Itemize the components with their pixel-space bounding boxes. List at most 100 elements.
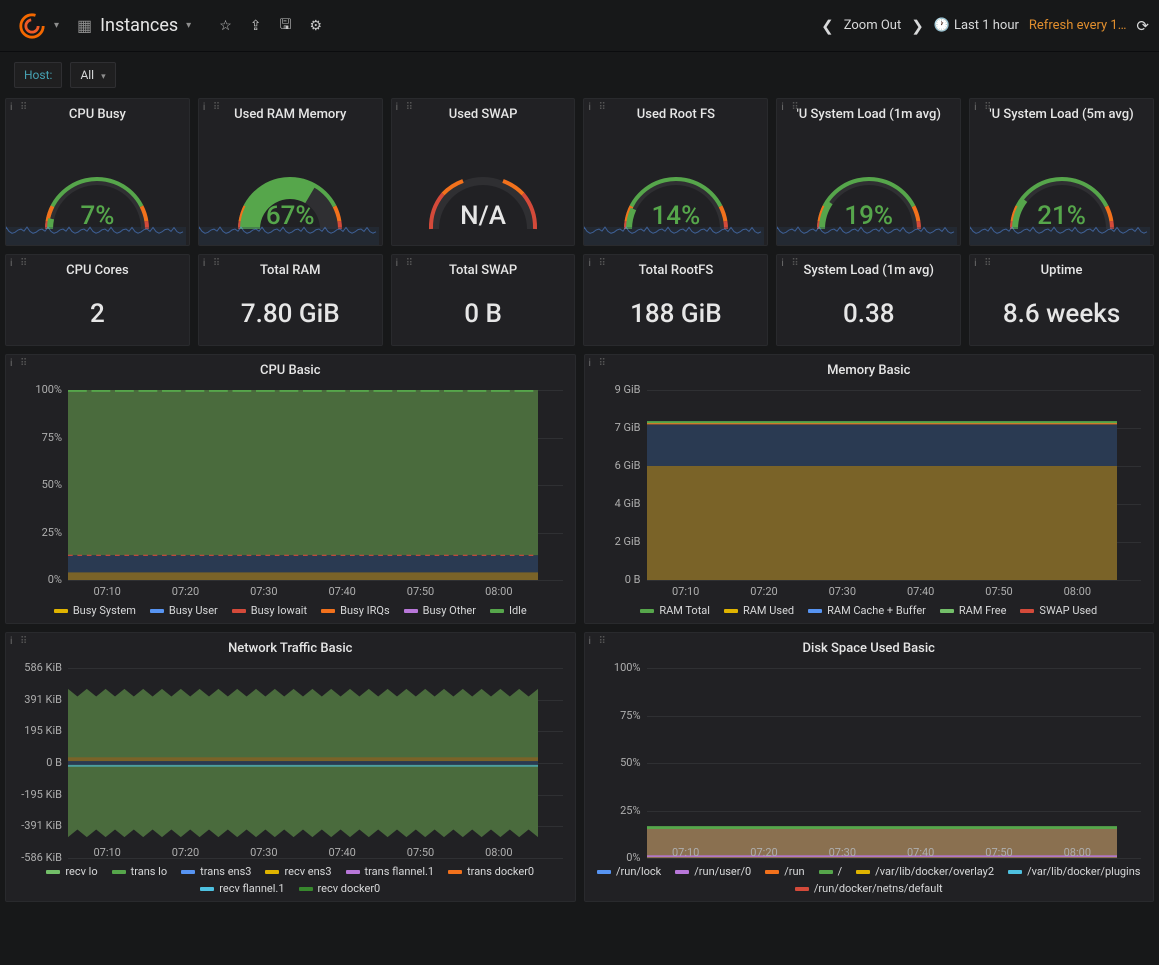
drag-handle-icon[interactable]: ⠿ (406, 102, 411, 113)
star-icon[interactable]: ☆ (219, 18, 232, 34)
drag-handle-icon[interactable]: ⠿ (984, 102, 989, 113)
info-icon[interactable]: i (589, 358, 591, 369)
legend-item[interactable]: trans flannel.1 (346, 865, 435, 878)
drag-handle-icon[interactable]: ⠿ (791, 102, 796, 113)
drag-handle-icon[interactable]: ⠿ (213, 102, 218, 113)
info-icon[interactable]: i (974, 102, 976, 113)
legend-item[interactable]: /var/lib/docker/overlay2 (856, 865, 994, 878)
panel-title: CPU Basic (6, 355, 575, 382)
legend-item[interactable]: recv lo (46, 865, 97, 878)
drag-handle-icon[interactable]: ⠿ (406, 258, 411, 269)
legend-item[interactable]: RAM Cache + Buffer (808, 604, 926, 617)
legend-item[interactable]: recv flannel.1 (200, 882, 284, 895)
legend-item[interactable]: recv ens3 (265, 865, 331, 878)
panel-title: Total RootFS (584, 255, 767, 282)
stat-value: 8.6 weeks (970, 282, 1153, 345)
info-icon[interactable]: i (10, 636, 12, 647)
drag-handle-icon[interactable]: ⠿ (20, 102, 25, 113)
legend-item[interactable]: /run/docker/netns/default (795, 882, 943, 895)
info-icon[interactable]: i (10, 102, 12, 113)
gauge-panel-5[interactable]: i ⠿ 'U System Load (5m avg) 21% (969, 98, 1154, 246)
panel-disk-basic[interactable]: i ⠿ Disk Space Used Basic 100%75%50%25%0… (584, 632, 1155, 902)
legend-item[interactable]: RAM Total (640, 604, 710, 617)
gauge-panel-2[interactable]: i ⠿ Used SWAP N/A (391, 98, 576, 246)
info-icon[interactable]: i (396, 102, 398, 113)
chevron-down-icon: ▾ (101, 72, 106, 82)
legend-item[interactable]: /run/user/0 (675, 865, 751, 878)
zoom-out-button[interactable]: Zoom Out (844, 18, 901, 33)
info-icon[interactable]: i (203, 102, 205, 113)
refresh-interval[interactable]: Refresh every 1… (1029, 18, 1127, 33)
gauge-panel-4[interactable]: i ⠿ 'U System Load (1m avg) 19% (776, 98, 961, 246)
info-icon[interactable]: i (203, 258, 205, 269)
dashboard-picker[interactable]: ▦ Instances ▾ (69, 15, 199, 36)
drag-handle-icon[interactable]: ⠿ (20, 358, 25, 369)
drag-handle-icon[interactable]: ⠿ (599, 358, 604, 369)
legend-item[interactable]: SWAP Used (1020, 604, 1097, 617)
drag-handle-icon[interactable]: ⠿ (20, 636, 25, 647)
chart-plot[interactable]: 9 GiB7 GiB6 GiB4 GiB2 GiB0 B 07:1007:200… (585, 382, 1154, 600)
gauge-panel-1[interactable]: i ⠿ Used RAM Memory 67% (198, 98, 383, 246)
chart-plot[interactable]: 586 KiB391 KiB195 KiB0 B-195 KiB-391 KiB… (6, 660, 575, 861)
info-icon[interactable]: i (396, 258, 398, 269)
info-icon[interactable]: i (589, 636, 591, 647)
legend-item[interactable]: recv docker0 (299, 882, 381, 895)
share-icon[interactable]: ⇪ (250, 18, 262, 34)
drag-handle-icon[interactable]: ⠿ (984, 258, 989, 269)
info-icon[interactable]: i (588, 102, 590, 113)
legend-item[interactable]: Busy Iowait (232, 604, 307, 617)
save-icon[interactable]: 🖫 (280, 14, 292, 38)
info-icon[interactable]: i (10, 358, 12, 369)
drag-handle-icon[interactable]: ⠿ (791, 258, 796, 269)
time-forward-icon[interactable]: ❯ (911, 17, 924, 35)
grafana-logo[interactable] (16, 10, 48, 42)
legend-item[interactable]: / (819, 865, 843, 878)
host-variable-label: Host: (14, 62, 62, 88)
drag-handle-icon[interactable]: ⠿ (598, 102, 603, 113)
logo-caret-icon[interactable]: ▾ (54, 20, 59, 31)
stat-panel-5[interactable]: i ⠿ Uptime 8.6 weeks (969, 254, 1154, 346)
info-icon[interactable]: i (10, 258, 12, 269)
gauge-value: 19% (844, 201, 893, 231)
legend-item[interactable]: /run (765, 865, 804, 878)
gauge-panel-0[interactable]: i ⠿ CPU Busy 7% (5, 98, 190, 246)
drag-handle-icon[interactable]: ⠿ (599, 636, 604, 647)
info-icon[interactable]: i (974, 258, 976, 269)
legend-item[interactable]: Busy IRQs (321, 604, 390, 617)
stat-panel-3[interactable]: i ⠿ Total RootFS 188 GiB (583, 254, 768, 346)
legend-item[interactable]: Idle (490, 604, 527, 617)
legend-item[interactable]: /run/lock (597, 865, 661, 878)
time-range-picker[interactable]: 🕐 Last 1 hour (934, 18, 1019, 33)
legend-item[interactable]: trans ens3 (181, 865, 251, 878)
legend-item[interactable]: Busy Other (404, 604, 476, 617)
stat-panel-4[interactable]: i ⠿ System Load (1m avg) 0.38 (776, 254, 961, 346)
info-icon[interactable]: i (781, 258, 783, 269)
chart-plot[interactable]: 100%75%50%25%0% 07:1007:2007:3007:4007:5… (6, 382, 575, 600)
legend-item[interactable]: RAM Free (940, 604, 1007, 617)
chart-plot[interactable]: 100%75%50%25%0% 07:1007:2007:3007:4007:5… (585, 660, 1154, 861)
info-icon[interactable]: i (781, 102, 783, 113)
drag-handle-icon[interactable]: ⠿ (20, 258, 25, 269)
gauge-panel-3[interactable]: i ⠿ Used Root FS 14% (583, 98, 768, 246)
drag-handle-icon[interactable]: ⠿ (213, 258, 218, 269)
panel-cpu-basic[interactable]: i ⠿ CPU Basic 100%75%50%25%0% 07:1007:20… (5, 354, 576, 624)
gear-icon[interactable]: ⚙ (309, 18, 322, 34)
legend-item[interactable]: Busy User (150, 604, 218, 617)
info-icon[interactable]: i (588, 258, 590, 269)
legend-item[interactable]: RAM Used (724, 604, 794, 617)
legend-item[interactable]: /var/lib/docker/plugins (1008, 865, 1140, 878)
host-variable-value[interactable]: All ▾ (70, 62, 115, 88)
legend-item[interactable]: trans lo (112, 865, 168, 878)
time-back-icon[interactable]: ❮ (821, 17, 834, 35)
drag-handle-icon[interactable]: ⠿ (598, 258, 603, 269)
refresh-icon[interactable]: ⟳ (1136, 17, 1149, 35)
stat-panel-2[interactable]: i ⠿ Total SWAP 0 B (391, 254, 576, 346)
stat-panel-0[interactable]: i ⠿ CPU Cores 2 (5, 254, 190, 346)
legend-item[interactable]: Busy System (54, 604, 136, 617)
panel-network-basic[interactable]: i ⠿ Network Traffic Basic 586 KiB391 KiB… (5, 632, 576, 902)
stat-value: 0 B (392, 282, 575, 345)
stat-value: 2 (6, 282, 189, 345)
legend-item[interactable]: trans docker0 (448, 865, 534, 878)
panel-memory-basic[interactable]: i ⠿ Memory Basic 9 GiB7 GiB6 GiB4 GiB2 G… (584, 354, 1155, 624)
stat-panel-1[interactable]: i ⠿ Total RAM 7.80 GiB (198, 254, 383, 346)
